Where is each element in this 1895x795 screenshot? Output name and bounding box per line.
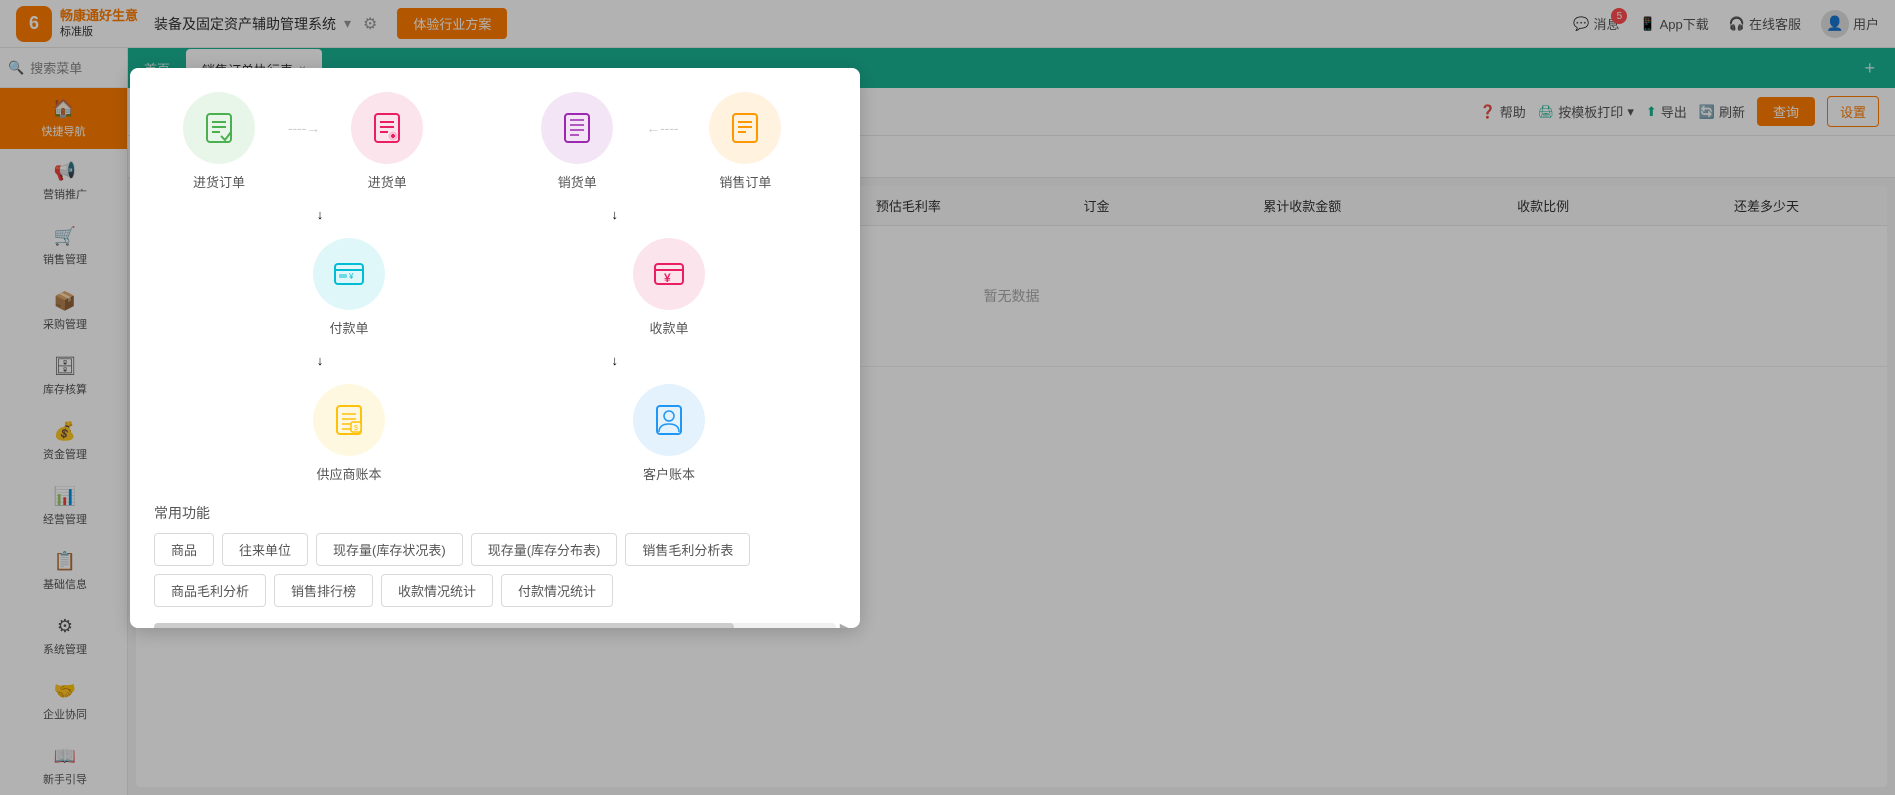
overlay[interactable]: 进货订单 - - - - → 进货单 销货 [0, 0, 1895, 795]
sales-bill-node: 销货单 [512, 92, 642, 191]
common-function-button[interactable]: 销售毛利分析表 [625, 533, 750, 566]
flow-row-arrows2: ↓ ↓ [154, 353, 836, 368]
sales-order-circle [709, 92, 781, 164]
payment-in-circle: ¥ [633, 238, 705, 310]
common-function-button[interactable]: 付款情况统计 [501, 574, 613, 607]
common-function-button[interactable]: 现存量(库存分布表) [471, 533, 618, 566]
flow-row-arrows: ↓ ↓ [154, 207, 836, 222]
modal-scrollbar-area: ▶ [154, 623, 836, 628]
purchase-order-node: 进货订单 [154, 92, 284, 191]
purchase-node: 进货单 [322, 92, 452, 191]
arrow-down-payment-out: ↓ [284, 353, 356, 368]
payment-out-circle: ¥ [313, 238, 385, 310]
purchase-order-circle [183, 92, 255, 164]
modal: 进货订单 - - - - → 进货单 销货 [130, 68, 860, 628]
modal-scrollbar[interactable] [154, 623, 836, 628]
supplier-circle: $ [313, 384, 385, 456]
sales-bill-circle [541, 92, 613, 164]
common-function-button[interactable]: 往来单位 [222, 533, 308, 566]
payment-in-label: 收款单 [649, 318, 688, 337]
purchase-order-label: 进货订单 [193, 172, 245, 191]
sales-order-node: 销售订单 [680, 92, 810, 191]
common-function-button[interactable]: 销售排行榜 [274, 574, 373, 607]
payment-out-label: 付款单 [329, 318, 368, 337]
customer-account-node: 客户账本 [604, 384, 734, 483]
common-function-button[interactable]: 商品毛利分析 [154, 574, 266, 607]
supplier-label: 供应商账本 [316, 464, 381, 483]
arrow-down-payment-in: ↓ [356, 353, 618, 368]
payment-in-node: ¥ 收款单 [604, 238, 734, 337]
flow-section: 进货订单 - - - - → 进货单 销货 [154, 92, 836, 483]
arrow-right-dashed-1: - - - - → [288, 120, 318, 164]
flow-row-2: ¥ 付款单 ¥ 收款单 [154, 238, 836, 337]
supplier-account-node: $ 供应商账本 [284, 384, 414, 483]
arrow-down-purchase: ↓ [284, 207, 356, 222]
payment-out-node: ¥ 付款单 [284, 238, 414, 337]
common-buttons: 商品往来单位现存量(库存状况表)现存量(库存分布表)销售毛利分析表商品毛利分析销… [154, 533, 836, 607]
flow-row-1: 进货订单 - - - - → 进货单 销货 [154, 92, 836, 191]
sales-bill-label: 销货单 [558, 172, 597, 191]
common-section: 常用功能 商品往来单位现存量(库存状况表)现存量(库存分布表)销售毛利分析表商品… [154, 503, 836, 607]
modal-scrollbar-thumb[interactable] [154, 623, 734, 628]
common-function-button[interactable]: 收款情况统计 [381, 574, 493, 607]
purchase-label: 进货单 [368, 172, 407, 191]
scroll-right-arrow[interactable]: ▶ [840, 619, 852, 628]
svg-text:¥: ¥ [664, 271, 671, 285]
common-title: 常用功能 [154, 503, 836, 523]
svg-text:¥: ¥ [348, 272, 354, 281]
common-function-button[interactable]: 商品 [154, 533, 214, 566]
common-function-button[interactable]: 现存量(库存状况表) [316, 533, 463, 566]
customer-label: 客户账本 [643, 464, 695, 483]
sales-order-label: 销售订单 [719, 172, 771, 191]
arrow-left-dashed: ← - - - - [646, 120, 676, 164]
flow-row-3: $ 供应商账本 客户账本 [154, 384, 836, 483]
customer-circle [633, 384, 705, 456]
arrow-down-sales-bill: ↓ [356, 207, 618, 222]
svg-text:$: $ [354, 425, 358, 432]
purchase-circle [351, 92, 423, 164]
